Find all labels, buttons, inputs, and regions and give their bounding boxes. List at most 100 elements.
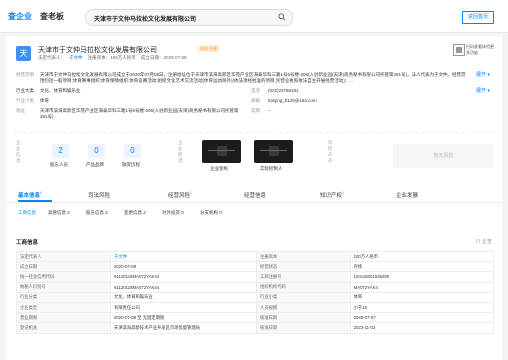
legal-rep-label: 法定代表人： [38, 55, 65, 60]
status-badge: 存续 在营 [197, 45, 221, 52]
industry-label: 行业大类 [16, 88, 34, 93]
tab-operation-info[interactable]: 经营信息 [244, 191, 266, 199]
tab-operation-risk[interactable]: 经营风险1 [168, 191, 192, 199]
table-value: 存续 [349, 261, 495, 273]
table-row: 登记机关 天津滨海高新技术产业开发区市场监督管理局 核准日期 2023-11-03 [15, 322, 495, 334]
table-key: 组织机构代码 [256, 281, 351, 293]
table-value: 天津滨海高新技术产业开发区市场监督管理局 [110, 322, 258, 334]
subtab-shareholders[interactable]: 股东信息 2 [86, 210, 108, 216]
risk-placeholder: 暂无风险 [393, 144, 494, 168]
scope-expand-link[interactable]: 展开 ▾ [476, 72, 490, 78]
scope-label: 经营范围 [16, 72, 34, 77]
shareholder-label: 股东人员 [50, 162, 68, 167]
company-avatar: 天 [16, 46, 31, 61]
table-row: 行业分类 文化、体育和娱乐业 行业小类 体育 [15, 291, 495, 303]
table-key: 工商注册号 [256, 271, 351, 283]
search-icon[interactable] [278, 13, 286, 23]
tab-development[interactable]: 企业发展 [396, 191, 418, 199]
brand-count[interactable]: 0 [88, 144, 105, 158]
subtab-executives[interactable]: 高管信息 3 [48, 210, 70, 216]
table-key: 营业期限 [15, 312, 112, 324]
logo-boss-search[interactable]: 查老板 [40, 11, 64, 22]
table-value[interactable]: 于文仲 [110, 250, 258, 263]
risk-group-label: 风险声声 [328, 140, 333, 163]
table-key: 企业类型 [15, 301, 112, 314]
qr-code-icon[interactable] [453, 44, 465, 56]
table-key: 注册资本 [256, 250, 351, 263]
source-link[interactable]: ⊙ 企查 [476, 238, 492, 245]
table-value: 小于10 [349, 301, 495, 314]
table-key: 成立日期 [15, 261, 112, 273]
subtab-changes[interactable]: 变更信息 2 [124, 210, 146, 216]
financing-label: 融资历程 [122, 162, 140, 167]
table-key: 统一社会信用代码 [15, 271, 112, 283]
tab-basic-info[interactable]: 基本信息8 [18, 191, 42, 199]
scope-row: 经营范围 [16, 72, 34, 78]
table-key: 行业小类 [256, 291, 351, 303]
logo-company-search[interactable]: 查企业 [8, 11, 32, 22]
table-value: 2023-11-03 [349, 322, 495, 334]
search-value[interactable]: 天津市于文仲马拉松文化发展有限公司 [94, 14, 196, 23]
back-home-button[interactable]: 返回首页 [462, 11, 494, 24]
brand-label: 产品品牌 [86, 162, 104, 167]
table-value: 体育 [349, 291, 495, 303]
registration-info-card: 工商信息 ⊙ 企查 法定代表人 于文仲 注册资本 100万人民币 成立日期 2020-07… [6, 232, 502, 360]
email-label: 邮箱 [251, 98, 260, 103]
table-key: 核准日期 [256, 322, 351, 334]
table-key: 法定代表人 [15, 250, 112, 263]
phone-label: 电话 [251, 88, 260, 93]
subtab-branches[interactable]: 分支机构 0 [200, 210, 222, 216]
registered-capital: 注册资本：100万人民币 [87, 55, 136, 60]
table-row: 纳税人识别号 91120118MA072YAK44 组织机构代码 MA072YAK4 [15, 281, 495, 293]
divider [14, 132, 494, 133]
section-title: 工商信息 [16, 240, 39, 246]
table-key: 经营状态 [256, 261, 351, 273]
table-row: 营业期限 2020-07-08 至 无固定期限 核准日期 2040-07-07 [15, 312, 495, 324]
table-value: 91120118MA072YAK44 [110, 281, 258, 293]
table-row: 企业类型 有限责任公司 人员规模 小于10 [15, 301, 495, 314]
registration-table: 法定代表人 于文仲 注册资本 100万人民币 成立日期 2020-07-08 经营状态 存续统… [15, 250, 495, 334]
table-row: 法定代表人 于文仲 注册资本 100万人民币 [15, 250, 495, 263]
phone-value: (022)23789181 [268, 88, 299, 93]
table-key: 核准日期 [256, 312, 351, 324]
graph-group-label: 企业图谱 [178, 140, 183, 163]
table-key: 行业分类 [15, 291, 112, 303]
phone-expand-link[interactable]: 展开 ▾ [476, 88, 490, 94]
financing-count[interactable]: 0 [124, 144, 141, 158]
source-icon: ⊙ [475, 239, 481, 245]
qr-label: 扫码查看体验更多功能 [466, 44, 494, 55]
subtab-investments[interactable]: 对外投资 0 [162, 210, 184, 216]
scope-text: 天津市于文仲马拉松文化发展有限公司成立于2020年07月08日，注册地址位于天津… [40, 72, 466, 83]
controller-label: 实际控制人 [260, 166, 283, 171]
company-subinfo: 法定代表人： 于文仲 注册资本：100万人民币 成立日期：2020-07-08 [38, 55, 191, 61]
table-row: 统一社会信用代码 91120118MA072YAK44 工商注册号 120116001… [15, 271, 495, 283]
table-value: 有限责任公司 [110, 301, 258, 314]
controller-thumbnail[interactable] [254, 140, 293, 163]
company-structure-label: 企业架构 [210, 166, 228, 171]
table-value: 2020-07-08 至 无固定期限 [110, 312, 258, 324]
table-value: 120116001536290 [349, 271, 495, 283]
top-bar: 查企业 查老板 天津市于文仲马拉松文化发展有限公司 返回首页 [0, 0, 508, 33]
subtab-registration[interactable]: 工商信息 [18, 210, 36, 216]
legal-rep-link[interactable]: 于文仲 [69, 55, 83, 60]
shareholder-count[interactable]: 2 [52, 144, 69, 158]
website-value: -- [268, 108, 271, 113]
table-key: 人员规模 [256, 301, 351, 314]
address-label: 地址 [16, 108, 25, 113]
company-structure-thumbnail[interactable] [202, 140, 241, 163]
tab-ip[interactable]: 知识产权3 [320, 191, 344, 199]
table-value: MA072YAK4 [349, 281, 495, 293]
email-value[interactable]: tianjing_0128@163.com [268, 98, 317, 104]
subindustry-label: 行业小类 [16, 98, 34, 103]
table-value: 100万人民币 [349, 250, 495, 263]
address-value: 天津市滨海高新区华苑产业区海泰华科三路1号6号楼-206(入驻新业园(天津)商务… [40, 108, 239, 119]
active-tab-indicator [18, 200, 52, 202]
tab-judicial-risk[interactable]: 司法风险 [88, 191, 110, 199]
search-input[interactable]: 天津市于文仲马拉松文化发展有限公司 [85, 9, 293, 26]
company-name: 天津市于文仲马拉松文化发展有限公司 [38, 47, 157, 54]
table-value: 文化、体育和娱乐业 [110, 291, 258, 303]
table-value: 2020-07-08 [110, 261, 258, 273]
subindustry-value: 体育 [40, 98, 49, 103]
stats-group-label: 企业信息 [16, 140, 21, 163]
table-key: 登记机关 [15, 322, 112, 334]
